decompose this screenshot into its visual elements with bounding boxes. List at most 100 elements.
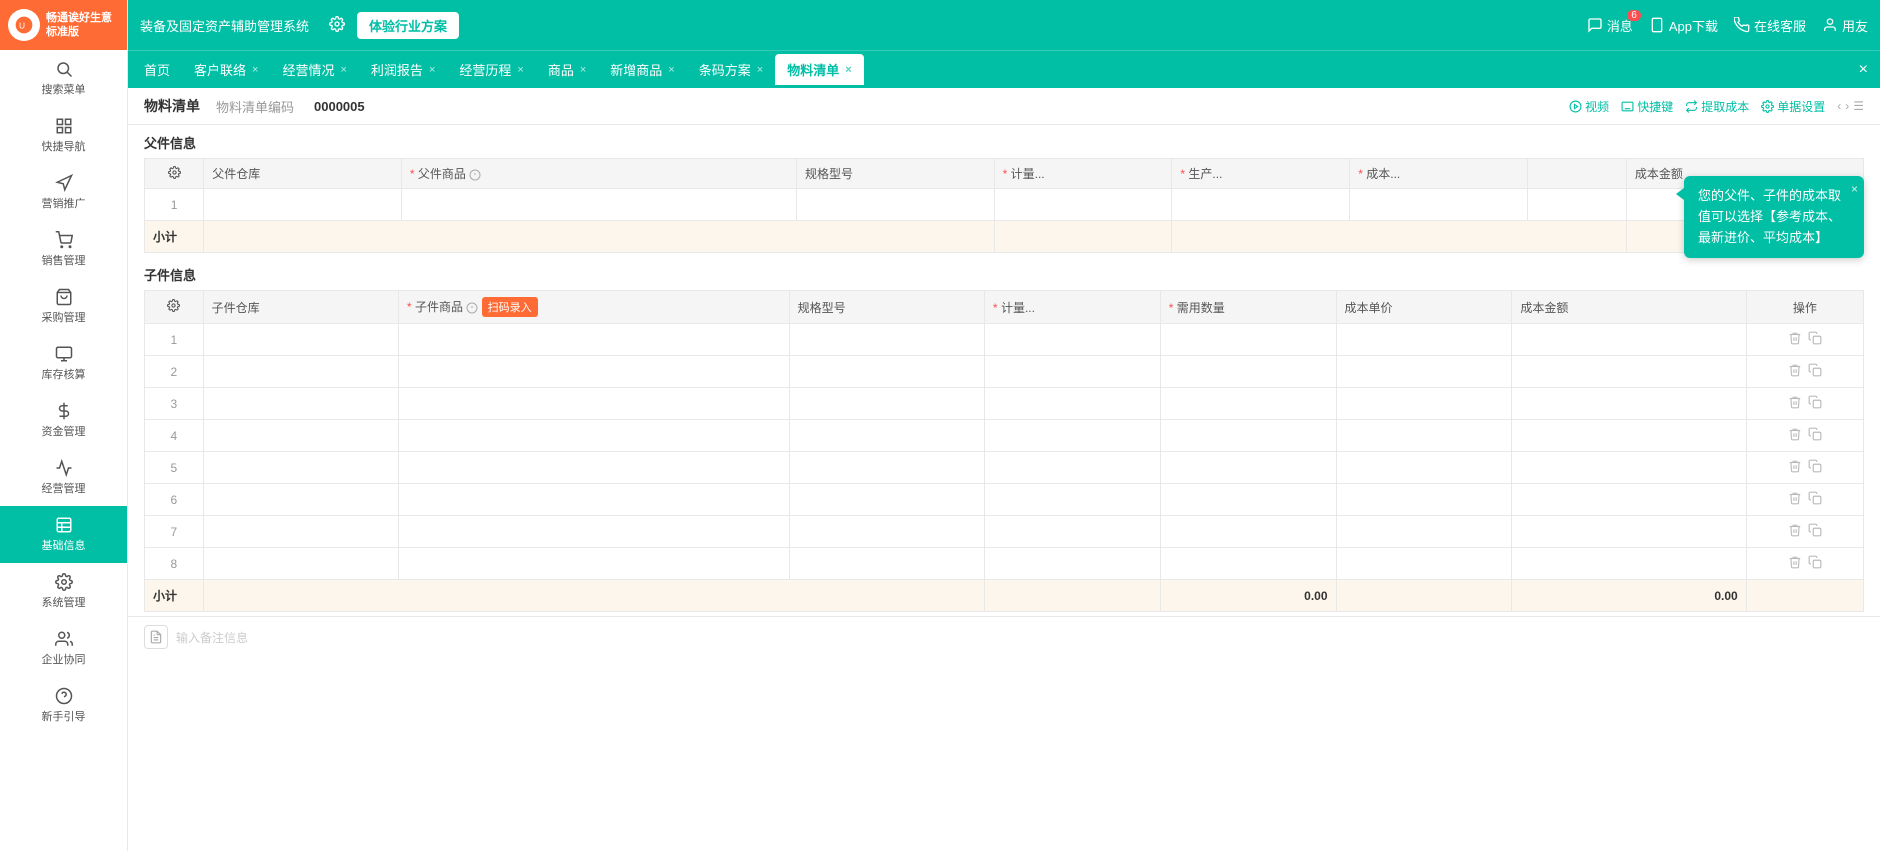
delete-icon-4[interactable] — [1788, 427, 1802, 444]
child-row-8-cost-unit[interactable] — [1336, 548, 1512, 580]
parent-row-1-production[interactable] — [1172, 189, 1350, 221]
sidebar-item-marketing[interactable]: 营销推广 — [0, 164, 127, 221]
settings-button[interactable] — [325, 12, 349, 39]
child-row-3-product[interactable] — [398, 388, 789, 420]
child-row-6-needed-qty[interactable] — [1160, 484, 1336, 516]
child-row-5-spec[interactable] — [789, 452, 984, 484]
child-row-1-qty-unit[interactable] — [984, 324, 1160, 356]
tab-operations[interactable]: 经营情况 × — [270, 54, 358, 85]
menu-btn[interactable]: ☰ — [1853, 99, 1864, 113]
app-download-button[interactable]: App下载 — [1649, 16, 1718, 35]
parent-row-1-product[interactable] — [401, 189, 796, 221]
action-extract-cost[interactable]: 提取成本 — [1685, 98, 1749, 115]
tab-customers-close[interactable]: × — [252, 64, 258, 76]
copy-icon-5[interactable] — [1808, 459, 1822, 476]
sidebar-item-guide[interactable]: 新手引导 — [0, 677, 127, 734]
sidebar-item-system[interactable]: 系统管理 — [0, 563, 127, 620]
child-row-1-product[interactable] — [398, 324, 789, 356]
child-row-7-qty-unit[interactable] — [984, 516, 1160, 548]
child-row-6-qty-unit[interactable] — [984, 484, 1160, 516]
child-row-7-needed-qty[interactable] — [1160, 516, 1336, 548]
delete-icon-1[interactable] — [1788, 331, 1802, 348]
child-row-4-product[interactable] — [398, 420, 789, 452]
parent-row-1-qty-unit[interactable] — [994, 189, 1172, 221]
copy-icon-6[interactable] — [1808, 491, 1822, 508]
child-row-2-warehouse[interactable] — [203, 356, 398, 388]
parent-row-1-spec[interactable] — [797, 189, 995, 221]
online-service-button[interactable]: 在线客服 — [1734, 16, 1806, 35]
tab-barcode[interactable]: 条码方案 × — [687, 54, 775, 85]
delete-icon-5[interactable] — [1788, 459, 1802, 476]
tab-operations-close[interactable]: × — [340, 64, 346, 76]
tab-products[interactable]: 商品 × — [536, 54, 598, 85]
action-shortcuts[interactable]: 快捷键 — [1621, 98, 1673, 115]
child-row-5-needed-qty[interactable] — [1160, 452, 1336, 484]
child-row-4-needed-qty[interactable] — [1160, 420, 1336, 452]
action-doc-settings[interactable]: 单据设置 — [1761, 98, 1825, 115]
child-row-8-needed-qty[interactable] — [1160, 548, 1336, 580]
copy-icon-1[interactable] — [1808, 331, 1822, 348]
sidebar-item-collab[interactable]: 企业协同 — [0, 620, 127, 677]
tab-customers[interactable]: 客户联络 × — [182, 54, 270, 85]
child-row-6-warehouse[interactable] — [203, 484, 398, 516]
tabs-close-all[interactable]: × — [1851, 57, 1876, 83]
child-row-3-needed-qty[interactable] — [1160, 388, 1336, 420]
child-row-1-spec[interactable] — [789, 324, 984, 356]
child-row-2-needed-qty[interactable] — [1160, 356, 1336, 388]
child-row-6-spec[interactable] — [789, 484, 984, 516]
child-row-3-spec[interactable] — [789, 388, 984, 420]
child-row-1-cost-unit[interactable] — [1336, 324, 1512, 356]
copy-icon-8[interactable] — [1808, 555, 1822, 572]
child-row-6-cost-unit[interactable] — [1336, 484, 1512, 516]
sidebar-item-operation[interactable]: 经营管理 — [0, 449, 127, 506]
trial-button[interactable]: 体验行业方案 — [357, 12, 459, 39]
tab-history[interactable]: 经营历程 × — [447, 54, 535, 85]
child-row-4-spec[interactable] — [789, 420, 984, 452]
child-row-7-product[interactable] — [398, 516, 789, 548]
child-row-7-cost-unit[interactable] — [1336, 516, 1512, 548]
copy-icon-7[interactable] — [1808, 523, 1822, 540]
copy-icon-2[interactable] — [1808, 363, 1822, 380]
child-row-6-product[interactable] — [398, 484, 789, 516]
child-row-2-product[interactable] — [398, 356, 789, 388]
parent-row-1-warehouse[interactable] — [204, 189, 402, 221]
sidebar-item-basic[interactable]: 基础信息 — [0, 506, 127, 563]
tab-new-product[interactable]: 新增商品 × — [598, 54, 686, 85]
child-row-1-warehouse[interactable] — [203, 324, 398, 356]
child-row-7-spec[interactable] — [789, 516, 984, 548]
scan-button[interactable]: 扫码录入 — [482, 297, 538, 317]
child-row-3-cost-unit[interactable] — [1336, 388, 1512, 420]
tab-profit-close[interactable]: × — [429, 64, 435, 76]
tab-home[interactable]: 首页 — [132, 54, 182, 85]
copy-icon-4[interactable] — [1808, 427, 1822, 444]
message-button[interactable]: 消息 6 — [1587, 16, 1633, 35]
sidebar-item-quick-nav[interactable]: 快捷导航 — [0, 107, 127, 164]
child-row-3-qty-unit[interactable] — [984, 388, 1160, 420]
child-row-5-product[interactable] — [398, 452, 789, 484]
child-row-5-cost-unit[interactable] — [1336, 452, 1512, 484]
tab-bom[interactable]: 物料清单 × — [775, 54, 863, 85]
next-btn[interactable]: › — [1845, 99, 1849, 113]
child-row-8-warehouse[interactable] — [203, 548, 398, 580]
child-row-8-qty-unit[interactable] — [984, 548, 1160, 580]
child-row-8-product[interactable] — [398, 548, 789, 580]
delete-icon-3[interactable] — [1788, 395, 1802, 412]
tab-products-close[interactable]: × — [580, 64, 586, 76]
sidebar-item-sales[interactable]: 销售管理 — [0, 221, 127, 278]
delete-icon-2[interactable] — [1788, 363, 1802, 380]
tab-profit[interactable]: 利润报告 × — [359, 54, 447, 85]
child-row-8-spec[interactable] — [789, 548, 984, 580]
child-row-5-warehouse[interactable] — [203, 452, 398, 484]
sidebar-item-inventory[interactable]: 库存核算 — [0, 335, 127, 392]
sidebar-item-search[interactable]: 搜索菜单 — [0, 50, 127, 107]
child-row-7-warehouse[interactable] — [203, 516, 398, 548]
tab-new-product-close[interactable]: × — [668, 64, 674, 76]
child-row-2-cost-unit[interactable] — [1336, 356, 1512, 388]
tab-barcode-close[interactable]: × — [757, 64, 763, 76]
sidebar-item-finance[interactable]: 资金管理 — [0, 392, 127, 449]
child-row-4-cost-unit[interactable] — [1336, 420, 1512, 452]
child-row-3-warehouse[interactable] — [203, 388, 398, 420]
parent-row-1-cost-unit[interactable] — [1350, 189, 1528, 221]
child-row-2-qty-unit[interactable] — [984, 356, 1160, 388]
child-row-4-qty-unit[interactable] — [984, 420, 1160, 452]
